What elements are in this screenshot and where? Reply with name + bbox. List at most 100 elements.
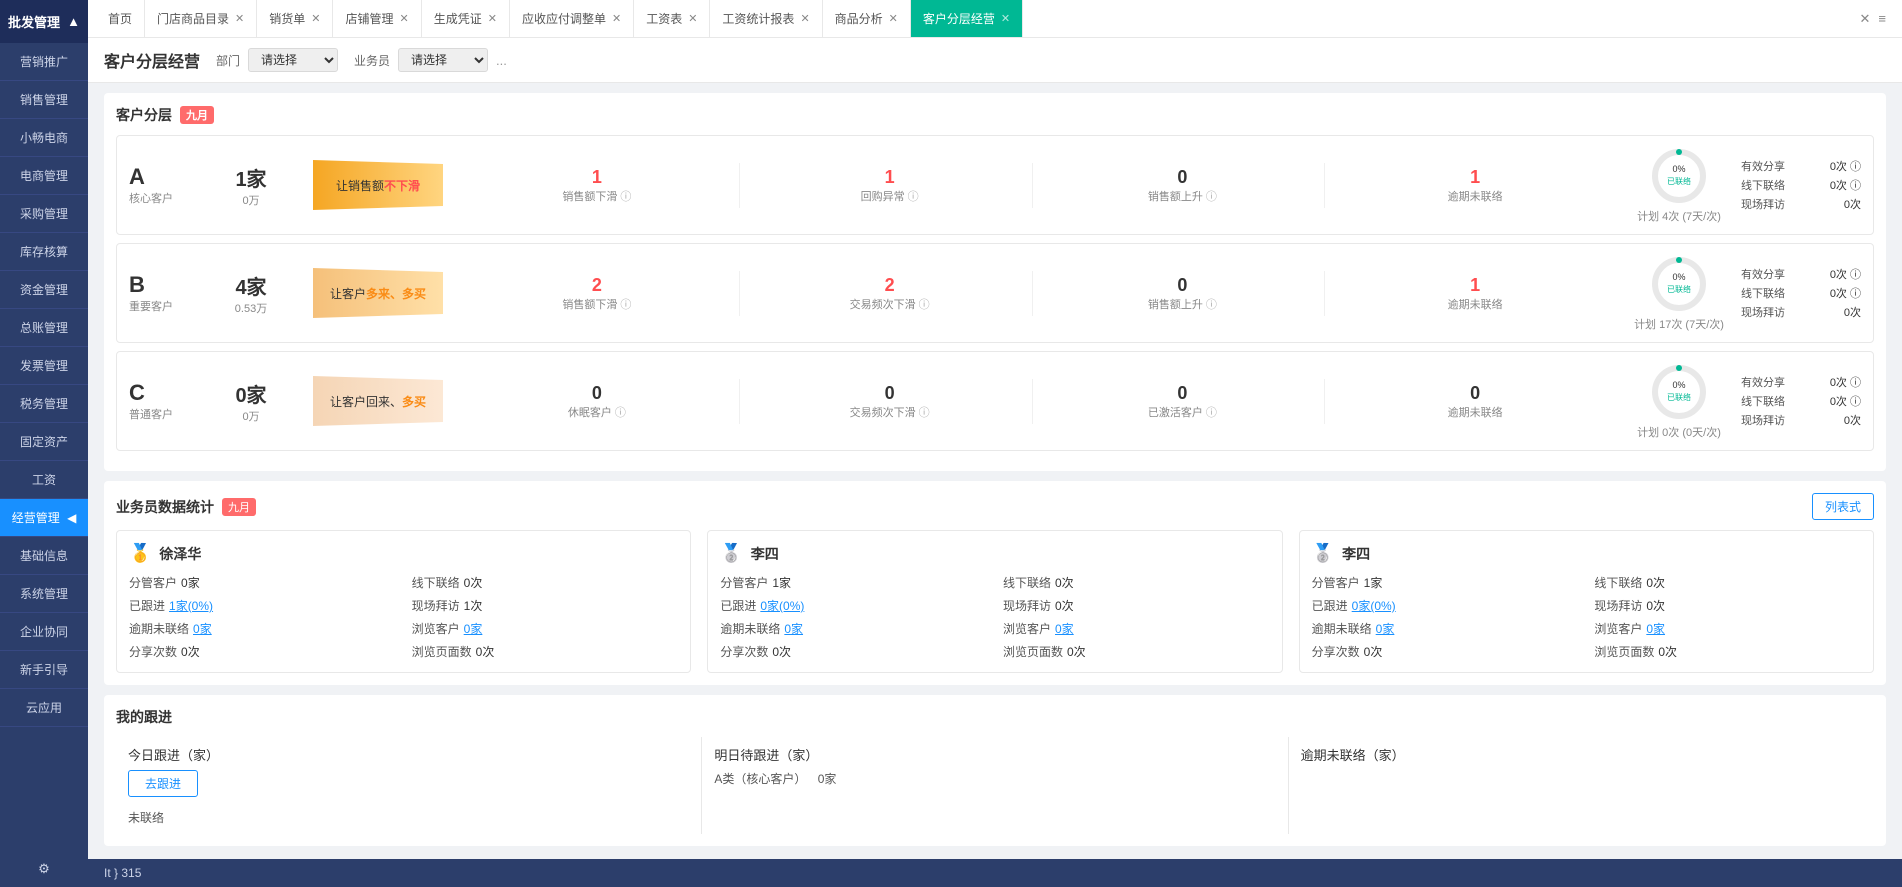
tab-home[interactable]: 首页: [96, 0, 145, 38]
goto-followup-button[interactable]: 去跟进: [128, 770, 198, 797]
tier-b-stat-1: 2 销售额下滑 ⓘ: [455, 271, 740, 316]
sidebar-item-invoice[interactable]: 发票管理: [0, 347, 88, 385]
staff-name-2: 🥈 李四: [720, 543, 1269, 564]
sidebar-item-tax[interactable]: 税务管理: [0, 385, 88, 423]
sidebar-item-purchase[interactable]: 采购管理: [0, 195, 88, 233]
staff-3-stats: 分管客户 1家 线下联络 0次 已跟进 0家(0%) 现场拜访: [1312, 574, 1861, 660]
staff-1-stat-线下联络: 线下联络 0次: [412, 574, 679, 591]
sidebar-item-basics[interactable]: 基础信息: [0, 537, 88, 575]
sidebar-item-ecommerce[interactable]: 电商管理: [0, 157, 88, 195]
staff-cards: 🥇 徐泽华 分管客户 0家 线下联络 0次 已跟进: [116, 530, 1874, 673]
sidebar-item-cloud[interactable]: 云应用: [0, 689, 88, 727]
tab-close-payroll-report[interactable]: ✕: [800, 12, 809, 25]
staff-3-stat-分享次数: 分享次数 0次: [1312, 643, 1579, 660]
dept-filter: 部门 请选择: [216, 48, 338, 72]
followup-today-title: 今日跟进（家）: [128, 745, 689, 764]
staff-select[interactable]: 请选择: [398, 48, 488, 72]
tier-b-stats: 2 销售额下滑 ⓘ 2 交易频次下滑 ⓘ 0 销售额上升 ⓘ 1 逾期未联络: [455, 271, 1617, 316]
tab-close-payroll[interactable]: ✕: [688, 12, 697, 25]
tab-ar-ap[interactable]: 应收应付调整单 ✕: [510, 0, 634, 38]
tier-row-a: A 核心客户 1家 0万 让销售额不下滑 1 销售额下滑 ⓘ 1: [116, 135, 1874, 235]
staff-card-3: 🥈 李四 分管客户 1家 线下联络 0次 已跟进: [1299, 530, 1874, 673]
tab-payroll[interactable]: 工资表 ✕: [634, 0, 710, 38]
staff-3-stat-浏览页面数: 浏览页面数 0次: [1594, 643, 1861, 660]
sidebar-item-operations[interactable]: 经营管理 ◀: [0, 499, 88, 537]
tab-store-manage[interactable]: 店铺管理 ✕: [333, 0, 421, 38]
tab-payroll-report[interactable]: 工资统计报表 ✕: [710, 0, 822, 38]
tier-a-stat-4: 1 逾期未联络: [1333, 163, 1617, 208]
tier-b-right-stats: 有效分享0次 ⓘ 线下联络0次 ⓘ 现场拜访0次: [1741, 266, 1861, 320]
tab-close-store-products[interactable]: ✕: [235, 12, 244, 25]
list-view-button[interactable]: 列表式: [1812, 493, 1874, 520]
tier-label-a: A 核心客户: [129, 164, 189, 206]
sidebar-item-system[interactable]: 系统管理: [0, 575, 88, 613]
staff-medal-3: 🥈: [1312, 543, 1334, 564]
tier-b-stat-3: 0 销售额上升 ⓘ: [1041, 271, 1326, 316]
tab-sales-order[interactable]: 销货单 ✕: [257, 0, 333, 38]
sidebar-item-sales[interactable]: 销售管理: [0, 81, 88, 119]
svg-text:0%: 0%: [1672, 380, 1685, 390]
followup-tomorrow-title: 明日待跟进（家）: [714, 745, 1275, 764]
staff-1-stats: 分管客户 0家 线下联络 0次 已跟进 1家(0%) 现场拜访: [129, 574, 678, 660]
staff-3-stat-现场拜访: 现场拜访 0次: [1594, 597, 1861, 614]
biz-stats-header: 业务员数据统计 九月 列表式: [116, 493, 1874, 520]
sidebar-item-inventory[interactable]: 库存核算: [0, 233, 88, 271]
tier-c-right-stats: 有效分享0次 ⓘ 线下联络0次 ⓘ 现场拜访0次: [1741, 374, 1861, 428]
tab-customer-tier[interactable]: 客户分层经营 ✕: [911, 0, 1023, 38]
sidebar-item-payroll[interactable]: 工资: [0, 461, 88, 499]
staff-name-3: 🥈 李四: [1312, 543, 1861, 564]
tab-close-voucher[interactable]: ✕: [488, 12, 497, 25]
sidebar-item-marketing[interactable]: 营销推广: [0, 43, 88, 81]
biz-title-row: 业务员数据统计 九月: [116, 497, 256, 517]
staff-2-stat-逾期未联络: 逾期未联络 0家: [720, 620, 987, 637]
biz-stats-section: 业务员数据统计 九月 列表式 🥇 徐泽华 分管客户 0家: [104, 481, 1886, 685]
more-options-icon[interactable]: ...: [496, 53, 507, 68]
sidebar-item-guide[interactable]: 新手引导: [0, 651, 88, 689]
staff-label: 业务员: [354, 52, 390, 69]
tab-voucher[interactable]: 生成凭证 ✕: [422, 0, 510, 38]
tier-c-trapezoid: 让客户回来、多买: [313, 376, 443, 426]
sidebar-item-ledger[interactable]: 总账管理: [0, 309, 88, 347]
tier-c-stats: 0 休眠客户 ⓘ 0 交易频次下滑 ⓘ 0 已激活客户 ⓘ 0 逾期未联络: [455, 379, 1617, 424]
tab-product-analysis[interactable]: 商品分析 ✕: [823, 0, 911, 38]
tab-close-sales-order[interactable]: ✕: [311, 12, 320, 25]
tab-close-product-analysis[interactable]: ✕: [889, 12, 898, 25]
staff-1-stat-浏览页面数: 浏览页面数 0次: [412, 643, 679, 660]
tabs-menu-icon[interactable]: ≡: [1878, 11, 1886, 26]
staff-3-stat-浏览客户: 浏览客户 0家: [1594, 620, 1861, 637]
tab-close-store-manage[interactable]: ✕: [400, 12, 409, 25]
staff-3-stat-线下联络: 线下联络 0次: [1594, 574, 1861, 591]
svg-text:0%: 0%: [1672, 164, 1685, 174]
sidebar-item-assets[interactable]: 固定资产: [0, 423, 88, 461]
staff-2-stat-已跟进: 已跟进 0家(0%): [720, 597, 987, 614]
tier-b-stat-box: 4家 0.53万: [201, 271, 301, 316]
followup-tomorrow: 明日待跟进（家） A类（核心客户） 0家: [702, 737, 1288, 834]
tier-c-stat-box: 0家 0万: [201, 379, 301, 424]
followup-cols: 今日跟进（家） 去跟进 未联络 明日待跟进（家） A类（核心客户） 0家 逾期未…: [116, 737, 1874, 834]
sidebar-item-collab[interactable]: 企业协同: [0, 613, 88, 651]
tab-store-products[interactable]: 门店商品目录 ✕: [145, 0, 257, 38]
staff-1-stat-逾期未联络: 逾期未联络 0家: [129, 620, 396, 637]
staff-medal-2: 🥈: [720, 543, 742, 564]
sidebar-item-ecommerce-small[interactable]: 小畅电商: [0, 119, 88, 157]
customer-tier-title: 客户分层 九月: [116, 105, 1874, 125]
tier-b-circle: 0% 已联络 计划 17次 (7天/次): [1629, 254, 1729, 332]
followup-overdue-title: 逾期未联络（家）: [1301, 745, 1862, 764]
tab-close-ar-ap[interactable]: ✕: [612, 12, 621, 25]
dept-select[interactable]: 请选择: [248, 48, 338, 72]
tabs-bar: 首页 门店商品目录 ✕ 销货单 ✕ 店铺管理 ✕ 生成凭证 ✕ 应收应付调整单 …: [88, 0, 1902, 38]
tier-label-c: C 普通客户: [129, 380, 189, 422]
tabs-close-icon[interactable]: ✕: [1860, 11, 1871, 27]
sidebar-item-finance[interactable]: 资金管理: [0, 271, 88, 309]
staff-1-stat-现场拜访: 现场拜访 1次: [412, 597, 679, 614]
staff-2-stat-浏览客户: 浏览客户 0家: [1003, 620, 1270, 637]
tab-close-customer-tier[interactable]: ✕: [1001, 12, 1010, 25]
sidebar-top[interactable]: 批发管理 ▲: [0, 0, 88, 43]
sidebar-collapse-icon[interactable]: ▲: [67, 14, 80, 29]
staff-2-stats: 分管客户 1家 线下联络 0次 已跟进 0家(0%) 现场拜访: [720, 574, 1269, 660]
staff-2-stat-现场拜访: 现场拜访 0次: [1003, 597, 1270, 614]
followup-today: 今日跟进（家） 去跟进 未联络: [116, 737, 702, 834]
dept-label: 部门: [216, 52, 240, 69]
staff-3-stat-已跟进: 已跟进 0家(0%): [1312, 597, 1579, 614]
settings-button[interactable]: ⚙: [0, 851, 88, 887]
